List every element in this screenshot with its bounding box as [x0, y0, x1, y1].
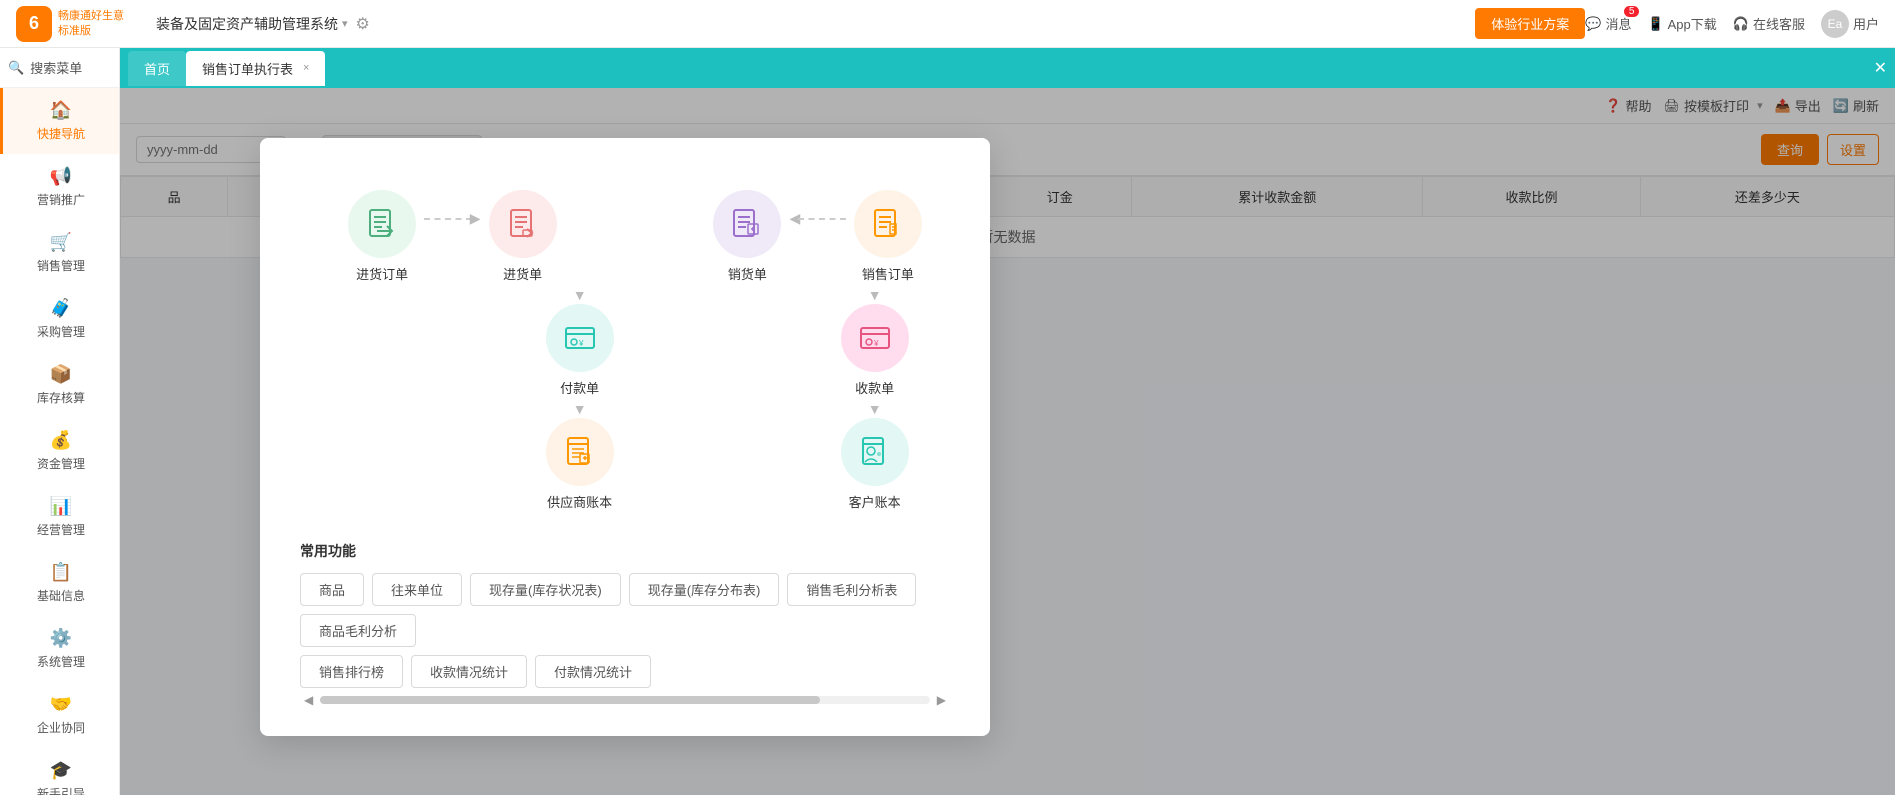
sidebar-item-finance[interactable]: 💰 资金管理: [0, 418, 119, 484]
sidebar-item-inventory[interactable]: 📦 库存核算: [0, 352, 119, 418]
try-button[interactable]: 体验行业方案: [1475, 8, 1585, 39]
sidebar-item-purchase[interactable]: 🧳 采购管理: [0, 286, 119, 352]
headset-icon: 🎧: [1733, 16, 1749, 32]
sidebar-item-quick-nav[interactable]: 🏠 快捷导航: [0, 88, 119, 154]
top-header: 6 畅康通好生意 标准版 装备及固定资产辅助管理系统 ▾ ⚙ 体验行业方案 💬 …: [0, 0, 1895, 48]
func-btn-4[interactable]: 销售毛利分析表: [787, 573, 916, 606]
sidebar-item-marketing[interactable]: 📢 营销推广: [0, 154, 119, 220]
gear-button[interactable]: ⚙: [356, 14, 370, 34]
flow-diagram: 进货订单 ▶: [300, 170, 950, 521]
modal-dialog: 进货订单 ▶: [260, 138, 990, 736]
func-btn-3[interactable]: 现存量(库存分布表): [629, 573, 780, 606]
message-icon: 💬: [1585, 16, 1601, 32]
func-btn-8[interactable]: 付款情况统计: [535, 655, 651, 688]
function-btns: 商品 往来单位 现存量(库存状况表) 现存量(库存分布表) 销售毛利分析表 商品…: [300, 573, 950, 647]
node-payment[interactable]: ¥ 付款单: [524, 304, 635, 397]
basic-info-icon: 📋: [50, 562, 72, 583]
finance-icon: 💰: [50, 430, 72, 451]
user-btn[interactable]: Ea 用户: [1821, 10, 1879, 38]
func-btn-5[interactable]: 商品毛利分析: [300, 614, 416, 647]
sales-icon: 🛒: [50, 232, 72, 253]
svg-text:¥: ¥: [873, 339, 879, 348]
newcomer-icon: 🎓: [50, 760, 72, 781]
sidebar: 🔍 搜索菜单 🏠 快捷导航 📢 营销推广 🛒 销售管理 🧳 采购管理 📦 库存核…: [0, 48, 120, 795]
function-btns-row2: 销售排行榜 收款情况统计 付款情况统计: [300, 655, 950, 688]
modal-scrollbar-wrap: ◀ ▶: [300, 688, 950, 704]
flow-row-3: 供应商账本: [320, 418, 930, 511]
purchase-order-icon: [348, 190, 416, 258]
node-sales-order[interactable]: 销售订单: [846, 190, 930, 283]
sidebar-item-enterprise[interactable]: 🤝 企业协同: [0, 682, 119, 748]
sidebar-search[interactable]: 🔍 搜索菜单: [0, 48, 119, 88]
node-receipt[interactable]: ¥ 收款单: [819, 304, 930, 397]
sidebar-item-newcomer[interactable]: 🎓 新手引导: [0, 748, 119, 795]
sidebar-item-operations[interactable]: 📊 经营管理: [0, 484, 119, 550]
purchase-icon: 🧳: [50, 298, 72, 319]
func-btn-2[interactable]: 现存量(库存状况表): [470, 573, 621, 606]
marketing-icon: 📢: [50, 166, 72, 187]
h-arrow-1: ▶: [424, 210, 480, 227]
search-icon: 🔍: [8, 60, 24, 76]
content-area: 首页 销售订单执行表 × ✕ ❓ 帮助 🖨 按模板打印 ▾: [120, 48, 1895, 795]
tab-bar-close-icon[interactable]: ✕: [1874, 58, 1887, 78]
system-dropdown-arrow[interactable]: ▾: [342, 17, 348, 30]
sidebar-item-sales[interactable]: 🛒 销售管理: [0, 220, 119, 286]
sidebar-item-basic-info[interactable]: 📋 基础信息: [0, 550, 119, 616]
tab-close-icon[interactable]: ×: [303, 62, 309, 74]
func-btn-6[interactable]: 销售排行榜: [300, 655, 403, 688]
main-content: ❓ 帮助 🖨 按模板打印 ▾ 📤 导出 🔄 刷新: [120, 88, 1895, 795]
customer-account-icon: [841, 418, 909, 486]
supplier-account-icon: [546, 418, 614, 486]
sales-icon: [713, 190, 781, 258]
node-purchase[interactable]: 进货单: [480, 190, 564, 283]
sales-order-icon: [854, 190, 922, 258]
message-badge: 5: [1624, 6, 1640, 17]
svg-text:¥: ¥: [578, 339, 584, 348]
inventory-icon: 📦: [50, 364, 72, 385]
receipt-icon: ¥: [841, 304, 909, 372]
main-layout: 🔍 搜索菜单 🏠 快捷导航 📢 营销推广 🛒 销售管理 🧳 采购管理 📦 库存核…: [0, 48, 1895, 795]
home-icon: 🏠: [50, 100, 72, 121]
func-btn-7[interactable]: 收款情况统计: [411, 655, 527, 688]
system-title: 装备及固定资产辅助管理系统 ▾ ⚙: [156, 14, 1467, 34]
system-icon: ⚙️: [50, 628, 72, 649]
h-arrow-2: ◀: [790, 210, 846, 227]
logo-area: 6 畅康通好生意 标准版: [16, 6, 136, 42]
operations-icon: 📊: [50, 496, 72, 517]
flow-row-2: ¥ 付款单: [320, 304, 930, 397]
node-sales[interactable]: 销货单: [705, 190, 789, 283]
header-right: 💬 消息 5 📱 App下载 🎧 在线客服 Ea 用户: [1585, 10, 1879, 38]
enterprise-icon: 🤝: [50, 694, 72, 715]
modal-overlay[interactable]: 进货订单 ▶: [120, 88, 1895, 795]
tab-home[interactable]: 首页: [128, 51, 186, 86]
scrollbar-left-btn[interactable]: ◀: [304, 693, 313, 707]
func-btn-1[interactable]: 往来单位: [372, 573, 462, 606]
sidebar-item-system[interactable]: ⚙️ 系统管理: [0, 616, 119, 682]
purchase-icon: [489, 190, 557, 258]
app-download-btn[interactable]: 📱 App下载: [1647, 14, 1716, 33]
flow-row-1: 进货订单 ▶: [320, 190, 930, 283]
flow-arrows-row: ▼ ▼: [320, 287, 930, 304]
common-functions: 常用功能 商品 往来单位 现存量(库存状况表) 现存量(库存分布表) 销售毛利分…: [300, 541, 950, 688]
func-btn-0[interactable]: 商品: [300, 573, 364, 606]
scrollbar-track: [320, 696, 930, 704]
tab-bar: 首页 销售订单执行表 × ✕: [120, 48, 1895, 88]
tab-sales-order[interactable]: 销售订单执行表 ×: [186, 51, 325, 86]
flow-arrows-row2: ▼ ▼: [320, 401, 930, 418]
message-btn[interactable]: 💬 消息 5: [1585, 14, 1631, 33]
scrollbar-thumb[interactable]: [320, 696, 820, 704]
common-functions-title: 常用功能: [300, 541, 950, 561]
online-service-btn[interactable]: 🎧 在线客服: [1733, 14, 1805, 33]
node-customer-account[interactable]: 客户账本: [819, 418, 930, 511]
logo-icon: 6: [16, 6, 52, 42]
payment-icon: ¥: [546, 304, 614, 372]
node-supplier-account[interactable]: 供应商账本: [524, 418, 635, 511]
scrollbar-right-btn[interactable]: ▶: [937, 693, 946, 707]
logo-text: 畅康通好生意 标准版: [58, 9, 124, 38]
avatar: Ea: [1821, 10, 1849, 38]
node-purchase-order[interactable]: 进货订单: [340, 190, 424, 283]
phone-icon: 📱: [1647, 16, 1663, 32]
